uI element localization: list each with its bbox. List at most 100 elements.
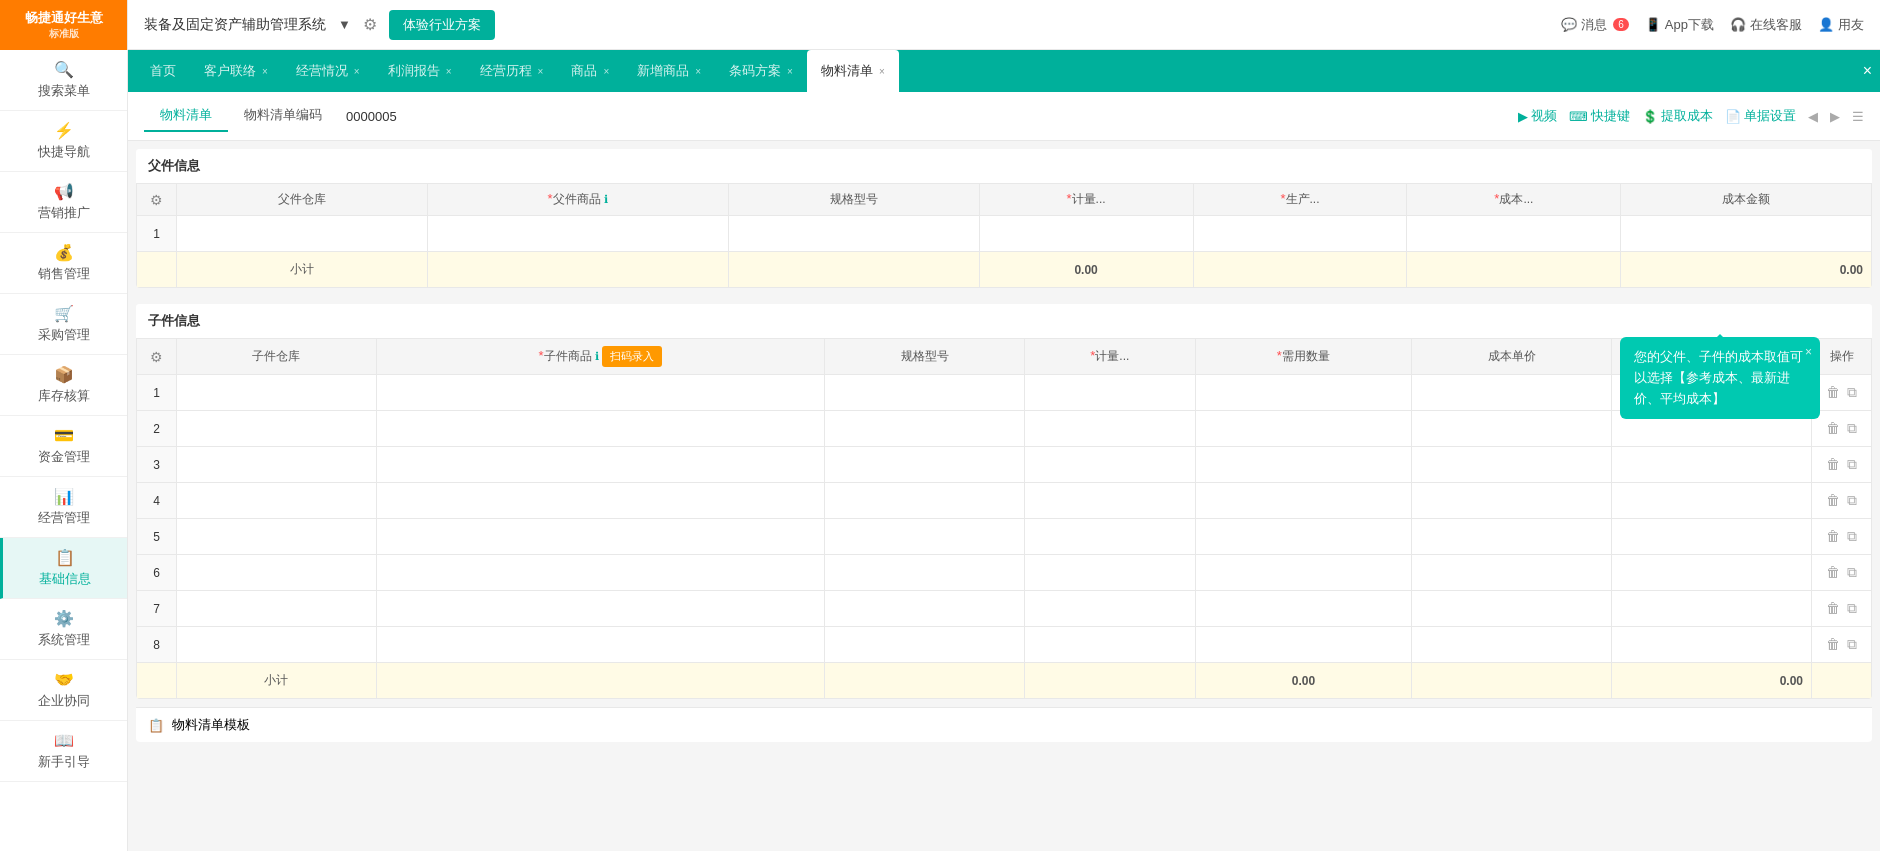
trial-button[interactable]: 体验行业方案 [389,10,495,40]
copy-row-5[interactable]: ⧉ [1845,526,1859,547]
tab-home[interactable]: 首页 [136,50,190,92]
child-qty-6[interactable] [1195,555,1412,591]
child-goods-5[interactable] [376,519,824,555]
child-qty-3[interactable] [1195,447,1412,483]
tab-goods[interactable]: 商品 × [557,50,623,92]
child-spec-8[interactable] [825,627,1025,663]
child-amount-8[interactable] [1612,627,1812,663]
child-amount-4[interactable] [1612,483,1812,519]
child-amount-7[interactable] [1612,591,1812,627]
sidebar-item-base-info[interactable]: 📋 基础信息 [0,538,127,599]
child-warehouse-2[interactable] [177,411,377,447]
system-dropdown[interactable]: ▼ [338,17,351,32]
delete-row-1[interactable]: 🗑 [1824,382,1842,402]
child-unit-4[interactable] [1024,483,1195,519]
copy-row-7[interactable]: ⧉ [1845,598,1859,619]
copy-row-8[interactable]: ⧉ [1845,634,1859,655]
copy-row-3[interactable]: ⧉ [1845,454,1859,475]
child-unit-6[interactable] [1024,555,1195,591]
child-unit-cost-7[interactable] [1412,591,1612,627]
tab-bom[interactable]: 物料清单 × [807,50,899,92]
sidebar-item-system[interactable]: ⚙️ 系统管理 [0,599,127,660]
child-gear-col-icon[interactable]: ⚙ [150,349,163,365]
sidebar-item-finance[interactable]: 💳 资金管理 [0,416,127,477]
parent-qty-cell[interactable] [979,216,1193,252]
gear-col-icon[interactable]: ⚙ [150,192,163,208]
child-spec-5[interactable] [825,519,1025,555]
copy-row-2[interactable]: ⧉ [1845,418,1859,439]
child-qty-1[interactable] [1195,375,1412,411]
nav-prev-icon[interactable]: ◀ [1808,109,1818,124]
child-unit-8[interactable] [1024,627,1195,663]
child-unit-2[interactable] [1024,411,1195,447]
shortcut-btn[interactable]: ⌨ 快捷键 [1569,107,1630,125]
child-warehouse-5[interactable] [177,519,377,555]
delete-row-6[interactable]: 🗑 [1824,562,1842,582]
parent-amount-cell[interactable] [1621,216,1872,252]
sub-tab-bom-list[interactable]: 物料清单 [144,100,228,132]
child-unit-cost-2[interactable] [1412,411,1612,447]
child-qty-2[interactable] [1195,411,1412,447]
delete-row-5[interactable]: 🗑 [1824,526,1842,546]
child-unit-7[interactable] [1024,591,1195,627]
sub-tab-bom-code[interactable]: 物料清单编码 [228,100,338,132]
child-spec-7[interactable] [825,591,1025,627]
tab-barcode[interactable]: 条码方案 × [715,50,807,92]
child-goods-2[interactable] [376,411,824,447]
tab-profit[interactable]: 利润报告 × [374,50,466,92]
delete-row-2[interactable]: 🗑 [1824,418,1842,438]
child-spec-1[interactable] [825,375,1025,411]
tab-history-close[interactable]: × [538,66,544,77]
child-unit-cost-6[interactable] [1412,555,1612,591]
child-warehouse-3[interactable] [177,447,377,483]
notifications-btn[interactable]: 💬 消息 6 [1561,16,1629,34]
parent-goods-cell[interactable] [427,216,729,252]
child-qty-8[interactable] [1195,627,1412,663]
user-profile[interactable]: 👤 用友 [1818,16,1864,34]
parent-spec-cell[interactable] [729,216,980,252]
tab-add-goods[interactable]: 新增商品 × [623,50,715,92]
copy-row-1[interactable]: ⧉ [1845,382,1859,403]
child-goods-8[interactable] [376,627,824,663]
child-warehouse-1[interactable] [177,375,377,411]
copy-row-6[interactable]: ⧉ [1845,562,1859,583]
child-goods-3[interactable] [376,447,824,483]
child-spec-4[interactable] [825,483,1025,519]
parent-prod-cell[interactable] [1193,216,1407,252]
delete-row-8[interactable]: 🗑 [1824,634,1842,654]
child-amount-6[interactable] [1612,555,1812,591]
extract-cost-btn[interactable]: 💲 提取成本 [1642,107,1713,125]
tab-bom-close[interactable]: × [879,66,885,77]
child-qty-7[interactable] [1195,591,1412,627]
expand-icon[interactable]: ☰ [1852,109,1864,124]
sidebar-item-operation[interactable]: 📊 经营管理 [0,477,127,538]
child-warehouse-4[interactable] [177,483,377,519]
child-warehouse-7[interactable] [177,591,377,627]
child-unit-cost-8[interactable] [1412,627,1612,663]
video-btn[interactable]: ▶ 视频 [1518,107,1557,125]
child-goods-7[interactable] [376,591,824,627]
child-spec-2[interactable] [825,411,1025,447]
settings-icon[interactable]: ⚙ [363,15,377,34]
tab-add-goods-close[interactable]: × [695,66,701,77]
child-unit-5[interactable] [1024,519,1195,555]
child-unit-3[interactable] [1024,447,1195,483]
sidebar-item-search[interactable]: 🔍 搜索菜单 [0,50,127,111]
child-amount-5[interactable] [1612,519,1812,555]
copy-row-4[interactable]: ⧉ [1845,490,1859,511]
child-unit-1[interactable] [1024,375,1195,411]
delete-row-3[interactable]: 🗑 [1824,454,1842,474]
parent-warehouse-cell[interactable] [177,216,428,252]
nav-close-all[interactable]: × [1863,62,1872,80]
child-warehouse-6[interactable] [177,555,377,591]
tab-profit-close[interactable]: × [446,66,452,77]
scan-btn[interactable]: 扫码录入 [602,346,662,367]
online-service-btn[interactable]: 🎧 在线客服 [1730,16,1802,34]
parent-cost-cell[interactable] [1407,216,1621,252]
delete-row-7[interactable]: 🗑 [1824,598,1842,618]
sidebar-item-enterprise[interactable]: 🤝 企业协同 [0,660,127,721]
child-goods-1[interactable] [376,375,824,411]
child-unit-cost-1[interactable] [1412,375,1612,411]
child-goods-4[interactable] [376,483,824,519]
child-spec-3[interactable] [825,447,1025,483]
